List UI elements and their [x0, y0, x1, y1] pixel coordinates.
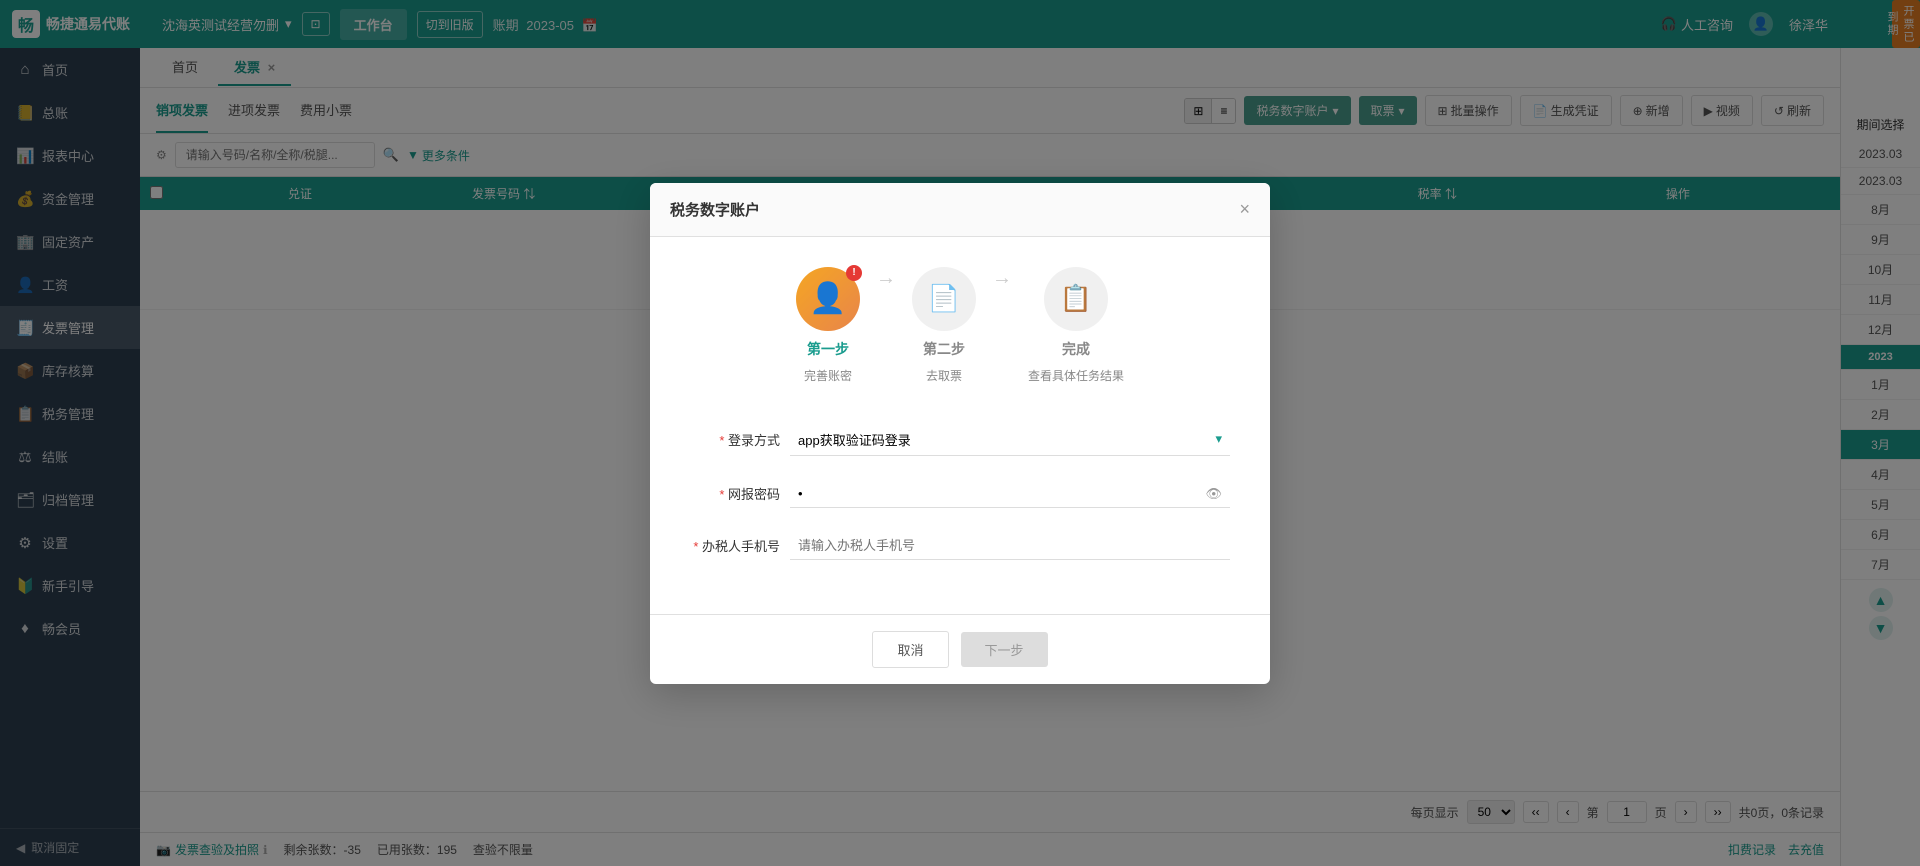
next-button[interactable]: 下一步: [961, 632, 1048, 667]
modal-overlay: 税务数字账户 × 👤 ! 第一步 完善账密 →: [0, 0, 1920, 866]
step-3-icon: 📋: [1060, 283, 1092, 314]
phone-row: 办税人手机号: [690, 532, 1230, 560]
step-arrow-1: →: [860, 267, 912, 320]
select-chevron-icon: ▾: [1215, 431, 1222, 447]
step-2-label: 第二步: [923, 339, 965, 359]
modal-footer: 取消 下一步: [650, 614, 1270, 684]
login-method-row: 登录方式 app获取验证码登录 ▾: [690, 424, 1230, 456]
phone-input[interactable]: [790, 532, 1230, 560]
cancel-button[interactable]: 取消: [872, 631, 948, 668]
password-input[interactable]: [790, 480, 1230, 508]
modal-header: 税务数字账户 ×: [650, 183, 1270, 237]
modal-close-button[interactable]: ×: [1239, 200, 1250, 218]
step-2-icon: 📄: [928, 283, 960, 314]
step-2: 📄 第二步 去取票: [912, 267, 976, 384]
password-label: 网报密码: [690, 484, 780, 503]
step-3-circle: 📋: [1044, 267, 1108, 331]
step-3: 📋 完成 查看具体任务结果: [1028, 267, 1124, 384]
step-1-error-dot: !: [846, 265, 862, 281]
login-method-select[interactable]: app获取验证码登录 ▾: [790, 424, 1230, 456]
step-1-icon: 👤: [809, 281, 846, 316]
phone-label: 办税人手机号: [690, 536, 780, 555]
step-1-circle: 👤 !: [796, 267, 860, 331]
password-row: 网报密码 👁: [690, 480, 1230, 508]
step-2-circle: 📄: [912, 267, 976, 331]
step-2-desc: 去取票: [926, 367, 962, 384]
step-1-label: 第一步: [807, 339, 849, 359]
tax-digital-modal: 税务数字账户 × 👤 ! 第一步 完善账密 →: [650, 183, 1270, 684]
modal-body: 👤 ! 第一步 完善账密 → 📄 第二步 去取票 →: [650, 237, 1270, 614]
step-3-label: 完成: [1062, 339, 1090, 359]
step-1: 👤 ! 第一步 完善账密: [796, 267, 860, 384]
modal-title: 税务数字账户: [670, 199, 760, 220]
step-1-desc: 完善账密: [804, 367, 852, 384]
step-3-desc: 查看具体任务结果: [1028, 367, 1124, 384]
steps-row: 👤 ! 第一步 完善账密 → 📄 第二步 去取票 →: [690, 267, 1230, 384]
eye-toggle-icon[interactable]: 👁: [1205, 486, 1222, 502]
login-method-label: 登录方式: [690, 430, 780, 449]
step-arrow-2: →: [976, 267, 1028, 320]
